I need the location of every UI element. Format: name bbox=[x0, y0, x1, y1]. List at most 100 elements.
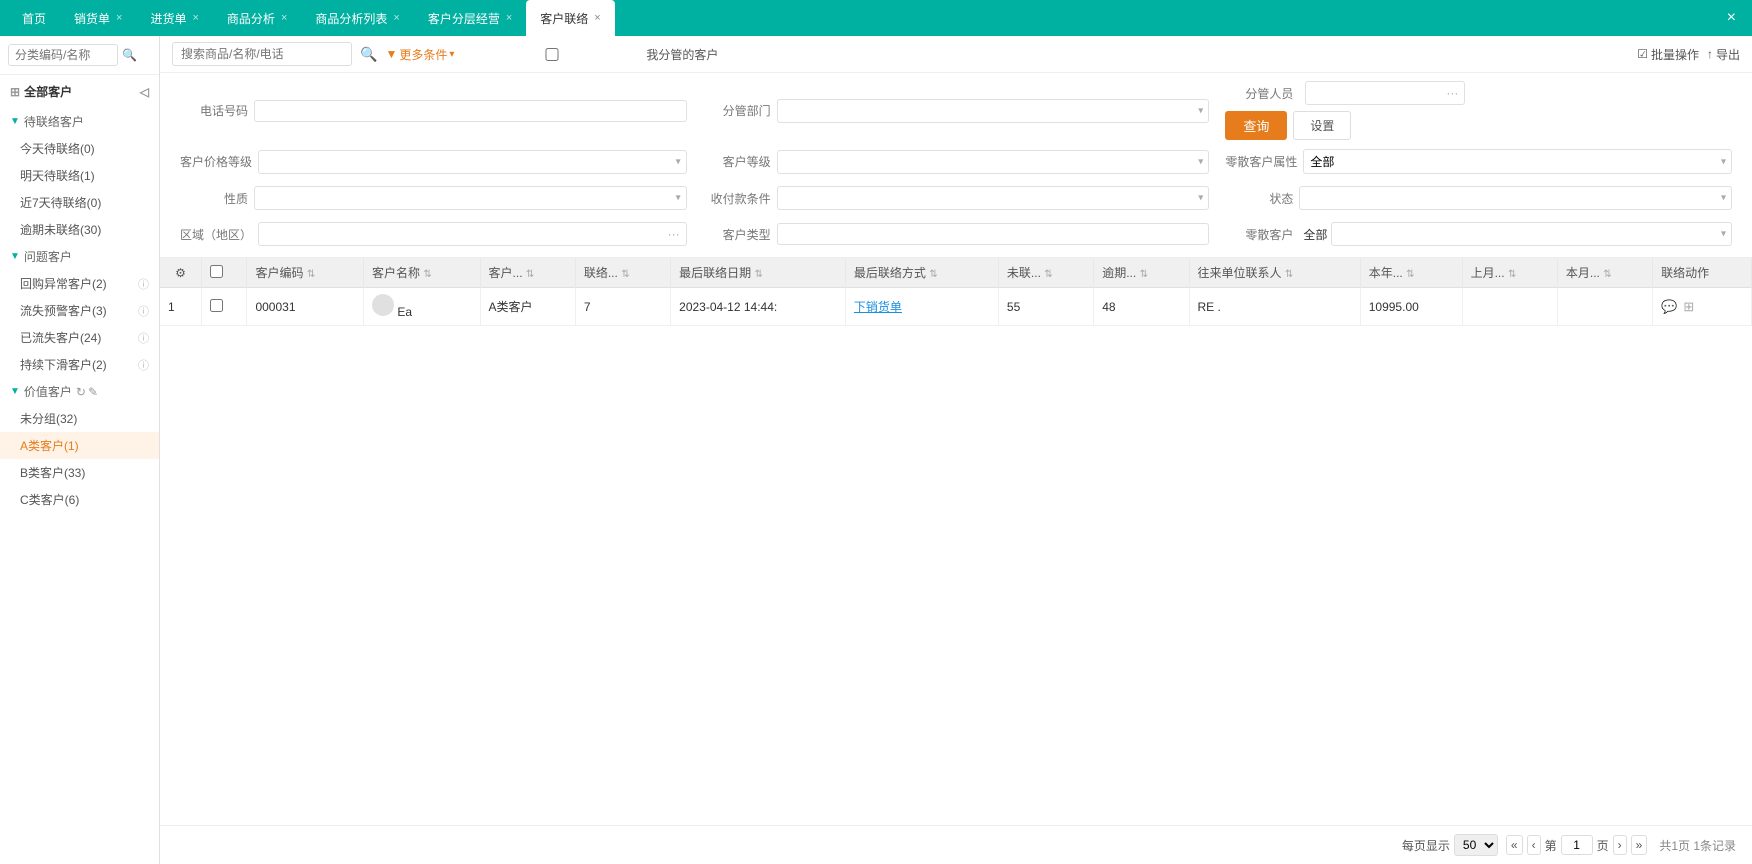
sort-icon[interactable]: ⇅ bbox=[621, 269, 629, 280]
row-type: A类客户 bbox=[480, 288, 575, 326]
nav-home[interactable]: 首页 bbox=[8, 0, 60, 36]
phone-input[interactable] bbox=[254, 100, 687, 122]
table-header-name: 客户名称 ⇅ bbox=[364, 258, 481, 288]
table-header-code: 客户编码 ⇅ bbox=[247, 258, 364, 288]
sidebar-item-repurchase-abnormal[interactable]: 回购异常客户(2) ⓘ bbox=[0, 270, 159, 297]
triangle-icon: ▼ bbox=[10, 251, 20, 262]
sort-icon[interactable]: ⇅ bbox=[1603, 269, 1611, 280]
sort-icon[interactable]: ⇅ bbox=[929, 269, 937, 280]
chat-icon[interactable]: 💬 bbox=[1661, 299, 1677, 315]
filter-retail-customer: 零散客户 全部 bbox=[1217, 219, 1740, 249]
sort-icon[interactable]: ⇅ bbox=[1140, 269, 1148, 280]
last-page-button[interactable]: » bbox=[1631, 835, 1648, 855]
customer-level-select[interactable] bbox=[777, 150, 1210, 174]
prev-page-button[interactable]: ‹ bbox=[1527, 835, 1541, 855]
manager-dots[interactable]: ··· bbox=[1305, 81, 1465, 105]
customer-type-input[interactable] bbox=[777, 223, 1210, 245]
retail-customer-select[interactable] bbox=[1331, 222, 1732, 246]
sidebar-item-tomorrow[interactable]: 明天待联络(1) bbox=[0, 162, 159, 189]
search-input[interactable] bbox=[172, 42, 352, 66]
close-icon[interactable]: × bbox=[594, 12, 600, 24]
select-all-checkbox[interactable] bbox=[210, 265, 223, 278]
filter-search-icon[interactable]: 🔍 bbox=[360, 46, 377, 63]
payment-select[interactable] bbox=[777, 186, 1210, 210]
retail-attr-select[interactable]: 全部 bbox=[1303, 149, 1732, 174]
table-header-last-month: 上月... ⇅ bbox=[1462, 258, 1557, 288]
nav-purchase[interactable]: 进货单 × bbox=[136, 0, 212, 36]
page-label: 第 bbox=[1545, 837, 1557, 854]
query-button[interactable]: 查询 bbox=[1225, 111, 1287, 140]
close-icon[interactable]: × bbox=[506, 12, 512, 24]
sidebar-item-today[interactable]: 今天待联络(0) bbox=[0, 135, 159, 162]
nav-analysis-list[interactable]: 商品分析列表 × bbox=[301, 0, 413, 36]
sidebar-item-class-a[interactable]: A类客户(1) bbox=[0, 432, 159, 459]
sort-icon[interactable]: ⇅ bbox=[423, 269, 431, 280]
batch-operation-button[interactable]: ☑ 批量操作 bbox=[1637, 46, 1699, 63]
sidebar-search-icon[interactable]: 🔍 bbox=[122, 48, 137, 62]
per-page-selector: 每页显示 50 bbox=[1402, 834, 1498, 856]
content-area: 🔍 ▼ 更多条件 ▾ 我分管的客户 ☑ 批量操作 ↑ 导出 bbox=[160, 36, 1752, 864]
qr-icon[interactable]: ⊞ bbox=[1683, 299, 1694, 315]
sidebar-item-class-c[interactable]: C类客户(6) bbox=[0, 486, 159, 513]
refresh-icon[interactable]: ↻ bbox=[76, 385, 86, 399]
filter-icon: ▼ bbox=[385, 47, 397, 61]
sidebar-item-7days[interactable]: 近7天待联络(0) bbox=[0, 189, 159, 216]
filter-region: 区域（地区） ··· bbox=[172, 219, 695, 249]
table-header-actions: 联络动作 bbox=[1653, 258, 1752, 288]
pagination: 每页显示 50 « ‹ 第 页 › » 共1页 1条记录 bbox=[160, 825, 1752, 864]
table-gear-header[interactable]: ⚙ bbox=[160, 258, 201, 288]
row-checkbox[interactable] bbox=[201, 288, 247, 326]
page-number-input[interactable] bbox=[1561, 835, 1593, 855]
nav-analysis[interactable]: 商品分析 × bbox=[213, 0, 301, 36]
my-customers-checkbox[interactable]: 我分管的客户 bbox=[462, 46, 718, 63]
close-icon[interactable]: × bbox=[116, 12, 122, 24]
status-select[interactable] bbox=[1299, 186, 1732, 210]
sort-icon[interactable]: ⇅ bbox=[1044, 269, 1052, 280]
nav-customer-contact[interactable]: 客户联络 × bbox=[526, 0, 614, 36]
sidebar-item-churned[interactable]: 已流失客户(24) ⓘ bbox=[0, 324, 159, 351]
first-page-button[interactable]: « bbox=[1506, 835, 1523, 855]
sidebar-search-input[interactable] bbox=[8, 44, 118, 66]
close-all-button[interactable]: × bbox=[1719, 9, 1744, 27]
sort-icon[interactable]: ⇅ bbox=[526, 269, 534, 280]
close-icon[interactable]: × bbox=[281, 12, 287, 24]
sidebar-item-ungrouped[interactable]: 未分组(32) bbox=[0, 405, 159, 432]
row-last-method[interactable]: 下销货单 bbox=[845, 288, 998, 326]
sidebar-group-problems[interactable]: ▼ 问题客户 bbox=[0, 243, 159, 270]
close-icon[interactable]: × bbox=[393, 12, 399, 24]
nav-customer-tier[interactable]: 客户分层经营 × bbox=[414, 0, 526, 36]
close-icon[interactable]: × bbox=[192, 12, 198, 24]
settings-button[interactable]: 设置 bbox=[1293, 111, 1351, 140]
nature-select[interactable] bbox=[254, 186, 687, 210]
department-select[interactable] bbox=[777, 99, 1210, 123]
sort-icon[interactable]: ⇅ bbox=[307, 269, 315, 280]
sidebar-item-overdue[interactable]: 逾期未联络(30) bbox=[0, 216, 159, 243]
sort-icon[interactable]: ⇅ bbox=[1285, 269, 1293, 280]
export-button[interactable]: ↑ 导出 bbox=[1707, 46, 1740, 63]
row-code: 000031 bbox=[247, 288, 364, 326]
per-page-select[interactable]: 50 bbox=[1454, 834, 1498, 856]
next-page-button[interactable]: › bbox=[1613, 835, 1627, 855]
sort-icon[interactable]: ⇅ bbox=[755, 269, 763, 280]
sidebar-all-customers[interactable]: ⊞ 全部客户 ◁ bbox=[0, 75, 159, 108]
my-customers-check[interactable] bbox=[462, 48, 642, 61]
filter-nature: 性质 bbox=[172, 183, 695, 213]
sort-icon[interactable]: ⇅ bbox=[1508, 269, 1516, 280]
row-contact: 7 bbox=[575, 288, 670, 326]
row-select-checkbox[interactable] bbox=[210, 299, 223, 312]
table-checkbox-header[interactable] bbox=[201, 258, 247, 288]
sidebar-group-pending[interactable]: ▼ 待联络客户 bbox=[0, 108, 159, 135]
sidebar-group-value[interactable]: ▼ 价值客户 ↻ ✎ bbox=[0, 378, 159, 405]
sidebar-item-class-b[interactable]: B类客户(33) bbox=[0, 459, 159, 486]
info-icon: ⓘ bbox=[138, 330, 149, 346]
more-conditions-button[interactable]: ▼ 更多条件 ▾ bbox=[385, 46, 454, 63]
sidebar-item-churn-warning[interactable]: 流失预警客户(3) ⓘ bbox=[0, 297, 159, 324]
sidebar-item-declining[interactable]: 持续下滑客户(2) ⓘ bbox=[0, 351, 159, 378]
table-header-overdue: 逾期... ⇅ bbox=[1094, 258, 1189, 288]
region-dots[interactable]: ··· bbox=[258, 222, 687, 246]
price-level-select[interactable] bbox=[258, 150, 687, 174]
collapse-icon[interactable]: ◁ bbox=[140, 85, 149, 99]
nav-sales[interactable]: 销货单 × bbox=[60, 0, 136, 36]
edit-icon[interactable]: ✎ bbox=[88, 385, 98, 399]
sort-icon[interactable]: ⇅ bbox=[1406, 269, 1414, 280]
